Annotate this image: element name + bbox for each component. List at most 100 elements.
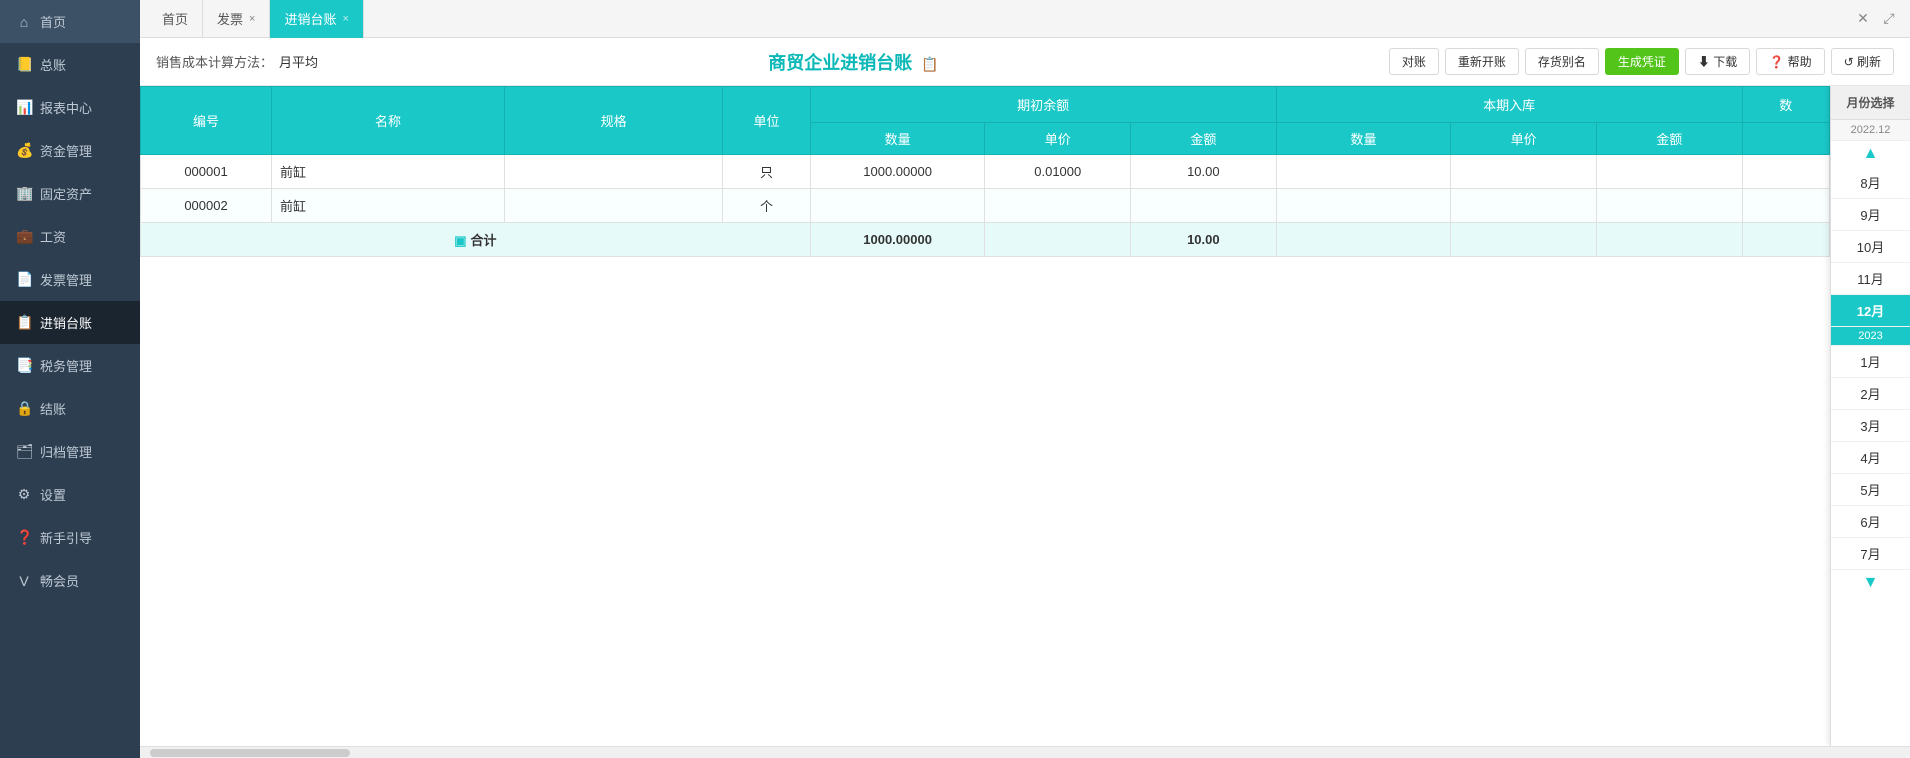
month-item-11月[interactable]: 11月 bbox=[1831, 263, 1910, 295]
sidebar: ⌂首页 📒 总账 📊 报表中心 💰资金管理🏢固定资产💼工资📄发票管理📋进销台账📑税务管理🔒… bbox=[0, 0, 140, 758]
tab-close-purchase-sales[interactable]: × bbox=[342, 13, 348, 25]
cell-in-qty bbox=[1276, 189, 1451, 223]
tab-close-invoice[interactable]: × bbox=[249, 13, 255, 25]
month-item-10月[interactable]: 10月 bbox=[1831, 231, 1910, 263]
col-in-qty: 数量 bbox=[1276, 123, 1451, 155]
refresh-button[interactable]: ↺ 刷新 bbox=[1831, 48, 1894, 75]
sidebar-item-reports[interactable]: 📊 报表中心 bbox=[0, 86, 140, 129]
month-panel-title: 月份选择 bbox=[1831, 86, 1910, 120]
sidebar-icon-member: V bbox=[16, 573, 32, 589]
maximize-button[interactable]: ⤢ bbox=[1880, 10, 1898, 28]
sidebar-item-settings[interactable]: ⚙设置 bbox=[0, 473, 140, 516]
reopen-button[interactable]: 重新开账 bbox=[1445, 48, 1519, 75]
cell-extra bbox=[1742, 189, 1829, 223]
month-nav-down[interactable]: ▼ bbox=[1831, 570, 1910, 596]
sidebar-item-tax[interactable]: 📑税务管理 bbox=[0, 344, 140, 387]
month-panel: 月份选择 2022.12 ▲ 8月9月10月11月12月 2023 1月2月3月… bbox=[1830, 86, 1910, 746]
tab-invoice[interactable]: 发票 × bbox=[203, 0, 270, 38]
month-item-1月[interactable]: 1月 bbox=[1831, 346, 1910, 378]
sidebar-icon-invoice-mgmt: 📄 bbox=[16, 271, 32, 288]
total-in-unit-price bbox=[1451, 223, 1597, 257]
cell-name: 前缸 bbox=[272, 189, 505, 223]
sidebar-item-member[interactable]: V畅会员 bbox=[0, 559, 140, 602]
bottom-scrollbar[interactable] bbox=[140, 746, 1910, 758]
scrollbar-thumb[interactable] bbox=[150, 749, 350, 757]
month-item-9月[interactable]: 9月 bbox=[1831, 199, 1910, 231]
month-nav-up[interactable]: ▲ bbox=[1831, 141, 1910, 167]
sidebar-item-invoice-mgmt[interactable]: 📄发票管理 bbox=[0, 258, 140, 301]
col-opening-balance: 期初余额 bbox=[810, 87, 1276, 123]
total-in-qty bbox=[1276, 223, 1451, 257]
sidebar-item-guide[interactable]: ❓新手引导 bbox=[0, 516, 140, 559]
purchase-sales-table: 编号 名称 规格 单位 期初余额 本期入库 数 数量 单价 金额 数 bbox=[140, 86, 1830, 257]
col-current-in: 本期入库 bbox=[1276, 87, 1742, 123]
sidebar-item-archive[interactable]: 🗂归档管理 bbox=[0, 430, 140, 473]
total-extra bbox=[1742, 223, 1829, 257]
col-name: 名称 bbox=[272, 87, 505, 155]
sidebar-item-home[interactable]: ⌂首页 bbox=[0, 0, 140, 43]
table-container[interactable]: 编号 名称 规格 单位 期初余额 本期入库 数 数量 单价 金额 数 bbox=[140, 86, 1830, 746]
col-in-unit-price: 单价 bbox=[1451, 123, 1597, 155]
close-button[interactable]: ✕ bbox=[1854, 10, 1872, 28]
sidebar-item-salary[interactable]: 💼工资 bbox=[0, 215, 140, 258]
total-label: ▣合计 bbox=[141, 223, 811, 257]
tab-label-invoice: 发票 bbox=[217, 9, 243, 28]
sidebar-label-reports: 报表中心 bbox=[40, 98, 92, 117]
tab-bar: 首页发票×进销台账× ✕ ⤢ bbox=[140, 0, 1910, 38]
cell-opening-unit-price bbox=[985, 189, 1131, 223]
refresh-icon: ↺ bbox=[1844, 55, 1854, 69]
cell-opening-amount: 10.00 bbox=[1131, 155, 1277, 189]
sidebar-label-settings: 设置 bbox=[40, 485, 66, 504]
cell-in-amount bbox=[1596, 155, 1742, 189]
content-area: 销售成本计算方法： 月平均 商贸企业进销台账 📋 对账 重新开账 存货别名 生成… bbox=[140, 38, 1910, 758]
sidebar-icon-guide: ❓ bbox=[16, 529, 32, 546]
sidebar-icon-ledger: 📒 bbox=[16, 56, 32, 73]
reconcile-button[interactable]: 对账 bbox=[1389, 48, 1439, 75]
sidebar-item-closing[interactable]: 🔒结账 bbox=[0, 387, 140, 430]
month-item-3月[interactable]: 3月 bbox=[1831, 410, 1910, 442]
help-icon: ❓ bbox=[1769, 55, 1784, 69]
year-2023-label: 2023 bbox=[1831, 327, 1910, 346]
cell-unit: 只 bbox=[723, 155, 810, 189]
generate-voucher-button[interactable]: 生成凭证 bbox=[1605, 48, 1679, 75]
month-item-5月[interactable]: 5月 bbox=[1831, 474, 1910, 506]
cell-in-qty bbox=[1276, 155, 1451, 189]
save-alias-button[interactable]: 存货别名 bbox=[1525, 48, 1599, 75]
month-item-4月[interactable]: 4月 bbox=[1831, 442, 1910, 474]
toolbar: 销售成本计算方法： 月平均 商贸企业进销台账 📋 对账 重新开账 存货别名 生成… bbox=[140, 38, 1910, 86]
month-item-7月[interactable]: 7月 bbox=[1831, 538, 1910, 570]
cell-number: 000001 bbox=[141, 155, 272, 189]
total-in-amount bbox=[1596, 223, 1742, 257]
sidebar-item-purchase-sales[interactable]: 📋进销台账 bbox=[0, 301, 140, 344]
cell-in-amount bbox=[1596, 189, 1742, 223]
month-item-12月[interactable]: 12月 bbox=[1831, 295, 1910, 327]
sidebar-item-ledger[interactable]: 📒 总账 bbox=[0, 43, 140, 86]
sidebar-item-funds[interactable]: 💰资金管理 bbox=[0, 129, 140, 172]
cell-extra bbox=[1742, 155, 1829, 189]
help-button[interactable]: ❓ 帮助 bbox=[1756, 48, 1824, 75]
cell-in-unit-price bbox=[1451, 189, 1597, 223]
cost-method-label: 销售成本计算方法： bbox=[156, 52, 273, 71]
title-icon[interactable]: 📋 bbox=[921, 56, 938, 72]
month-item-2月[interactable]: 2月 bbox=[1831, 378, 1910, 410]
total-opening-unit-price bbox=[985, 223, 1131, 257]
cost-method-section: 销售成本计算方法： 月平均 bbox=[156, 52, 318, 71]
toolbar-right: 对账 重新开账 存货别名 生成凭证 ⬇ 下载 ❓ 帮助 ↺ 刷新 bbox=[1389, 48, 1894, 75]
col-extra-sub bbox=[1742, 123, 1829, 155]
tab-purchase-sales[interactable]: 进销台账× bbox=[270, 0, 363, 38]
help-label: 帮助 bbox=[1788, 55, 1812, 69]
cell-opening-qty: 1000.00000 bbox=[810, 155, 985, 189]
col-in-amount: 金额 bbox=[1596, 123, 1742, 155]
cost-method-value: 月平均 bbox=[279, 52, 318, 71]
col-extra: 数 bbox=[1742, 87, 1829, 123]
sidebar-icon-tax: 📑 bbox=[16, 357, 32, 374]
download-button[interactable]: ⬇ 下载 bbox=[1685, 48, 1750, 75]
sidebar-item-fixed-assets[interactable]: 🏢固定资产 bbox=[0, 172, 140, 215]
month-item-8月[interactable]: 8月 bbox=[1831, 167, 1910, 199]
sidebar-icon-archive: 🗂 bbox=[16, 443, 32, 460]
col-opening-amount: 金额 bbox=[1131, 123, 1277, 155]
month-item-6月[interactable]: 6月 bbox=[1831, 506, 1910, 538]
tab-home[interactable]: 首页 bbox=[148, 0, 203, 38]
sidebar-icon-reports: 📊 bbox=[16, 99, 32, 116]
sidebar-label-ledger: 总账 bbox=[40, 55, 66, 74]
